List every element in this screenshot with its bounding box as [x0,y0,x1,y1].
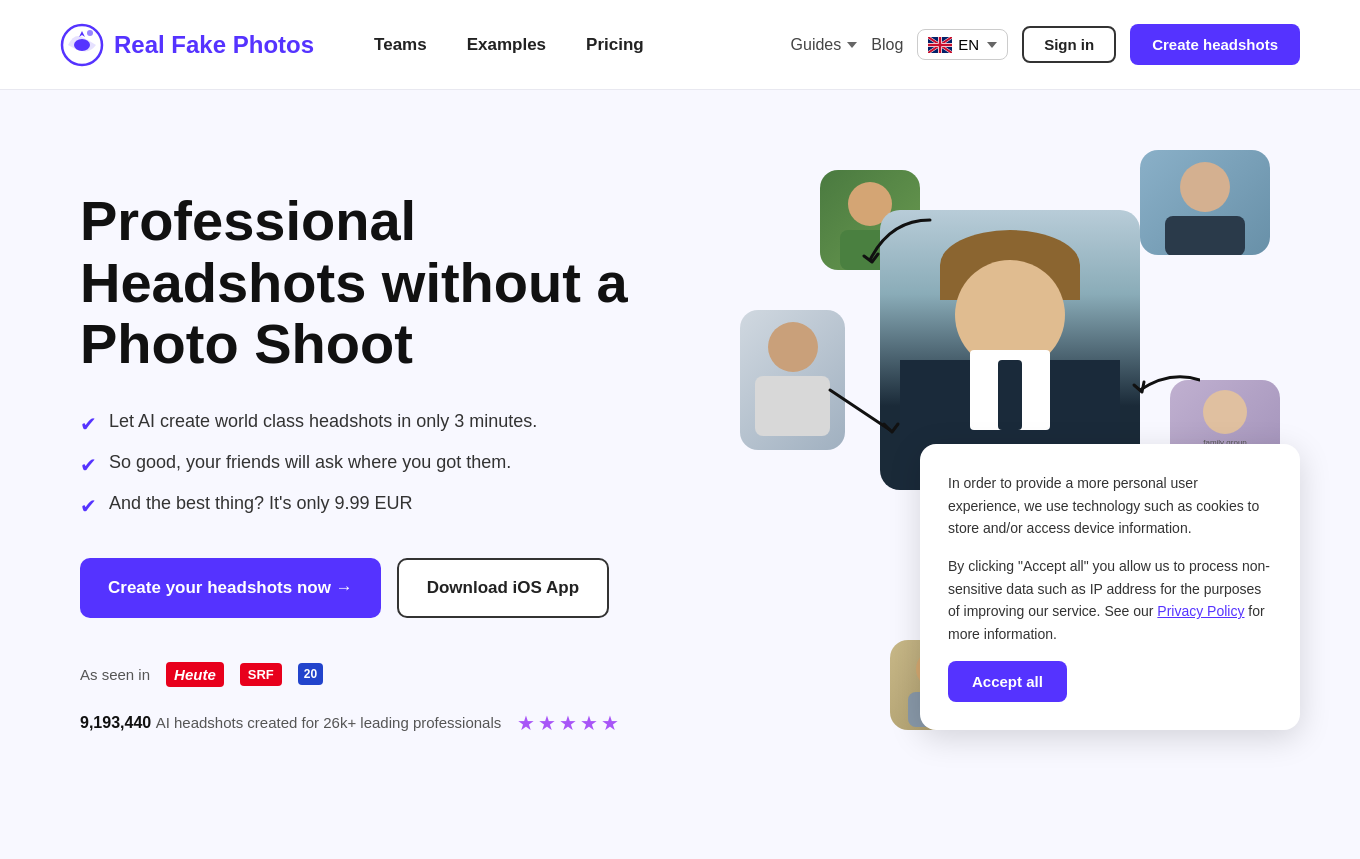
check-icon-2: ✔ [80,453,97,477]
hero-title: Professional Headshots without a Photo S… [80,190,680,375]
cta-primary-button[interactable]: Create your headshots now → [80,558,381,618]
stats-count: 9,193,440 AI headshots created for 26k+ … [80,714,501,732]
hero-right: 100% AI generated family group [720,150,1300,750]
cta-secondary-button[interactable]: Download iOS App [397,558,609,618]
logo-icon [60,23,104,67]
photo-topright [1140,150,1270,255]
cookie-text-1: In order to provide a more personal user… [948,472,1272,539]
star-3: ★ [559,711,577,735]
cookie-banner: In order to provide a more personal user… [920,444,1300,730]
nav-blog[interactable]: Blog [871,36,903,54]
chevron-down-icon [847,42,857,48]
heute-badge: Heute [166,662,224,687]
cookie-accept-button[interactable]: Accept all [948,661,1067,702]
as-seen-label: As seen in [80,666,150,683]
as-seen-row: As seen in Heute SRF 20 [80,662,680,687]
star-4: ★ [580,711,598,735]
star-5: ★ [601,711,619,735]
nav-pricing[interactable]: Pricing [586,35,644,55]
flag-uk-icon [928,37,952,53]
navbar: Real Fake Photos Teams Examples Pricing … [0,0,1360,90]
check-icon-3: ✔ [80,494,97,518]
star-1: ★ [517,711,535,735]
nav-guides[interactable]: Guides [791,36,858,54]
create-headshots-button[interactable]: Create headshots [1130,24,1300,65]
tv20-badge: 20 [298,663,323,685]
arrow-midleft [810,370,910,450]
nav-teams[interactable]: Teams [374,35,427,55]
cookie-text-2: By clicking "Accept all" you allow us to… [948,555,1272,645]
arrow-right [1110,350,1200,410]
language-selector[interactable]: EN [917,29,1008,60]
stats-row: 9,193,440 AI headshots created for 26k+ … [80,711,680,735]
srf-badge: SRF [240,663,282,686]
nav-links: Teams Examples Pricing [374,35,790,55]
hero-section: Professional Headshots without a Photo S… [0,90,1360,850]
sign-in-button[interactable]: Sign in [1022,26,1116,63]
svg-point-2 [87,30,93,36]
nav-right: Guides Blog EN Sign in Create headshots [791,24,1300,65]
hero-bullet-2: ✔ So good, your friends will ask where y… [80,452,680,477]
star-rating: ★ ★ ★ ★ ★ [517,711,619,735]
logo-text: Real Fake Photos [114,31,314,59]
hero-bullet-1: ✔ Let AI create world class headshots in… [80,411,680,436]
arrow-topleft [850,210,950,280]
star-2: ★ [538,711,556,735]
chevron-down-icon [987,42,997,48]
hero-bullets: ✔ Let AI create world class headshots in… [80,411,680,518]
logo-link[interactable]: Real Fake Photos [60,23,314,67]
lang-label: EN [958,36,979,53]
nav-examples[interactable]: Examples [467,35,546,55]
hero-left: Professional Headshots without a Photo S… [80,150,680,735]
privacy-policy-link[interactable]: Privacy Policy [1157,603,1244,619]
hero-bullet-3: ✔ And the best thing? It's only 9.99 EUR [80,493,680,518]
check-icon-1: ✔ [80,412,97,436]
hero-cta: Create your headshots now → Download iOS… [80,558,680,618]
svg-point-1 [74,39,90,51]
